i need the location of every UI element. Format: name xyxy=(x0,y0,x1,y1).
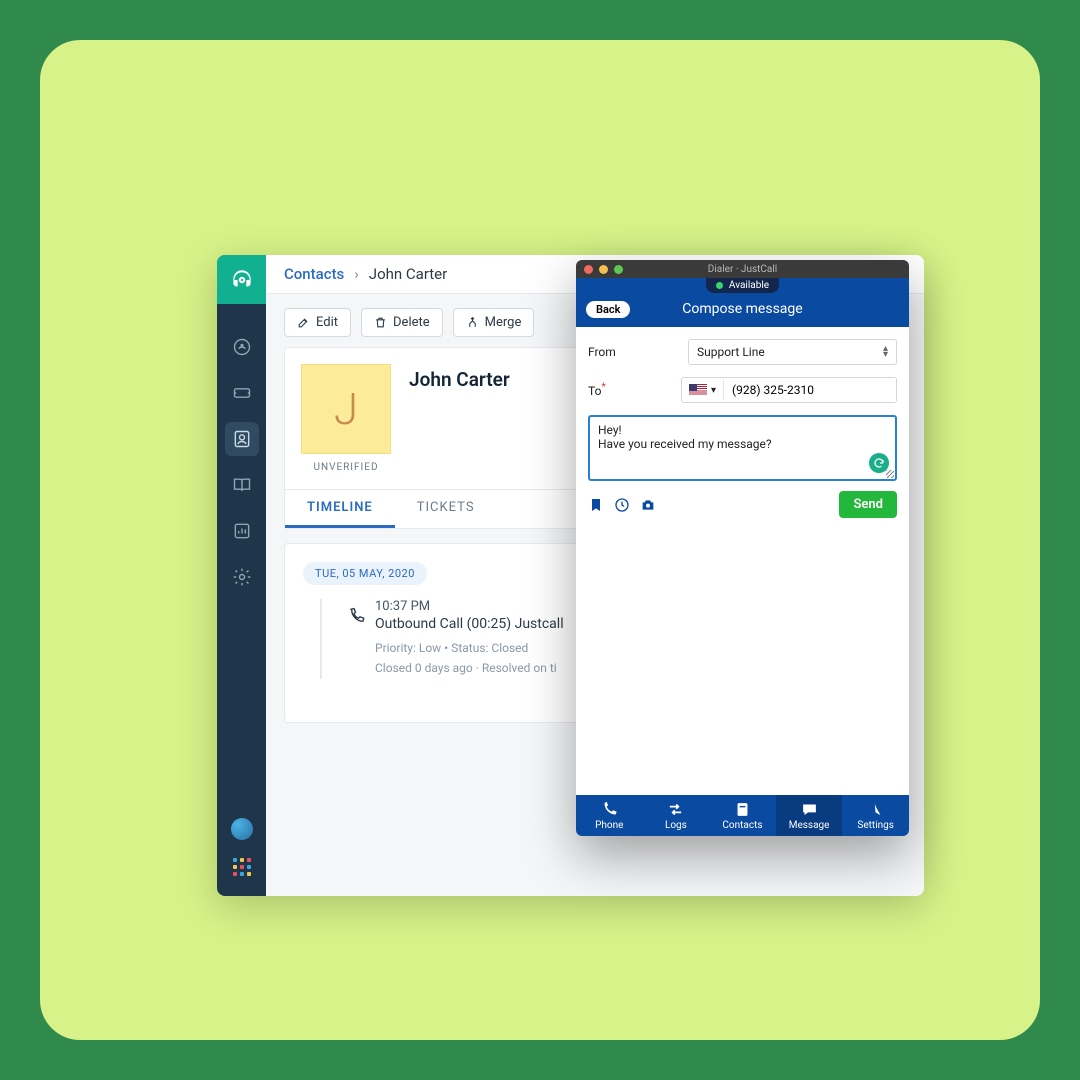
edit-button[interactable]: Edit xyxy=(284,308,351,337)
nav-settings[interactable]: Settings xyxy=(842,795,909,836)
nav-message[interactable]: Message xyxy=(776,795,843,836)
status-dot-icon xyxy=(716,282,723,289)
from-select[interactable]: Support Line ▴▾ xyxy=(688,339,897,365)
camera-icon[interactable] xyxy=(640,497,656,513)
sidebar xyxy=(217,255,266,896)
trash-icon xyxy=(374,316,387,329)
sidebar-contacts[interactable] xyxy=(225,422,259,456)
tab-tickets[interactable]: TICKETS xyxy=(395,490,497,528)
nav-phone[interactable]: Phone xyxy=(576,795,643,836)
phone-icon xyxy=(339,599,375,679)
delete-button[interactable]: Delete xyxy=(361,308,443,337)
dialer-header: Back Compose message xyxy=(576,293,909,327)
country-code-dropdown[interactable]: ▾ xyxy=(682,380,724,400)
to-field: ▾ xyxy=(681,377,897,403)
sidebar-dashboard[interactable] xyxy=(225,330,259,364)
sidebar-tickets[interactable] xyxy=(225,376,259,410)
dialer-window-title: Dialer · JustCall xyxy=(708,264,777,275)
phone-nav-icon xyxy=(601,801,618,818)
logs-nav-icon xyxy=(667,801,684,818)
nav-contacts[interactable]: Contacts xyxy=(709,795,776,836)
edit-icon xyxy=(297,316,310,329)
contacts-nav-icon xyxy=(734,801,751,818)
bookmark-icon[interactable] xyxy=(588,497,604,513)
contact-name: John Carter xyxy=(409,364,510,473)
user-avatar[interactable] xyxy=(231,818,253,840)
resize-handle-icon[interactable] xyxy=(886,470,894,478)
sidebar-settings[interactable] xyxy=(225,560,259,594)
back-button[interactable]: Back xyxy=(586,301,630,318)
app-switcher-icon[interactable] xyxy=(233,858,251,876)
to-label: To* xyxy=(588,382,681,398)
nav-logs[interactable]: Logs xyxy=(643,795,710,836)
from-label: From xyxy=(588,345,688,359)
breadcrumb-root[interactable]: Contacts xyxy=(284,265,344,283)
availability-pill[interactable]: Available xyxy=(706,278,779,293)
contact-avatar: J xyxy=(301,364,391,454)
message-text: Hey! Have you received my message? xyxy=(598,423,772,451)
dialer-window: Dialer · JustCall Available Back Compose… xyxy=(576,260,909,836)
dialer-titlebar: Dialer · JustCall xyxy=(576,260,909,278)
message-textarea[interactable]: Hey! Have you received my message? xyxy=(588,415,897,481)
window-controls[interactable] xyxy=(584,265,623,274)
background-card: Contacts › John Carter Edit Delete Merge… xyxy=(40,40,1040,1040)
message-nav-icon xyxy=(801,801,818,818)
sidebar-reports[interactable] xyxy=(225,514,259,548)
dialer-bottom-nav: Phone Logs Contacts Message Settings xyxy=(576,795,909,836)
dialer-screen-title: Compose message xyxy=(682,301,802,317)
us-flag-icon xyxy=(689,384,707,396)
select-arrows-icon: ▴▾ xyxy=(883,346,888,358)
app-logo xyxy=(217,255,266,304)
settings-nav-icon xyxy=(867,801,884,818)
send-button[interactable]: Send xyxy=(839,491,897,518)
phone-input[interactable] xyxy=(724,378,896,402)
verification-status: UNVERIFIED xyxy=(313,462,378,473)
breadcrumb-separator: › xyxy=(354,265,359,283)
sidebar-knowledge[interactable] xyxy=(225,468,259,502)
breadcrumb-current: John Carter xyxy=(369,265,447,283)
merge-button[interactable]: Merge xyxy=(453,308,535,337)
timeline-date-chip: TUE, 05 MAY, 2020 xyxy=(303,562,427,585)
merge-icon xyxy=(466,316,479,329)
tab-timeline[interactable]: TIMELINE xyxy=(285,490,395,528)
clock-icon[interactable] xyxy=(614,497,630,513)
